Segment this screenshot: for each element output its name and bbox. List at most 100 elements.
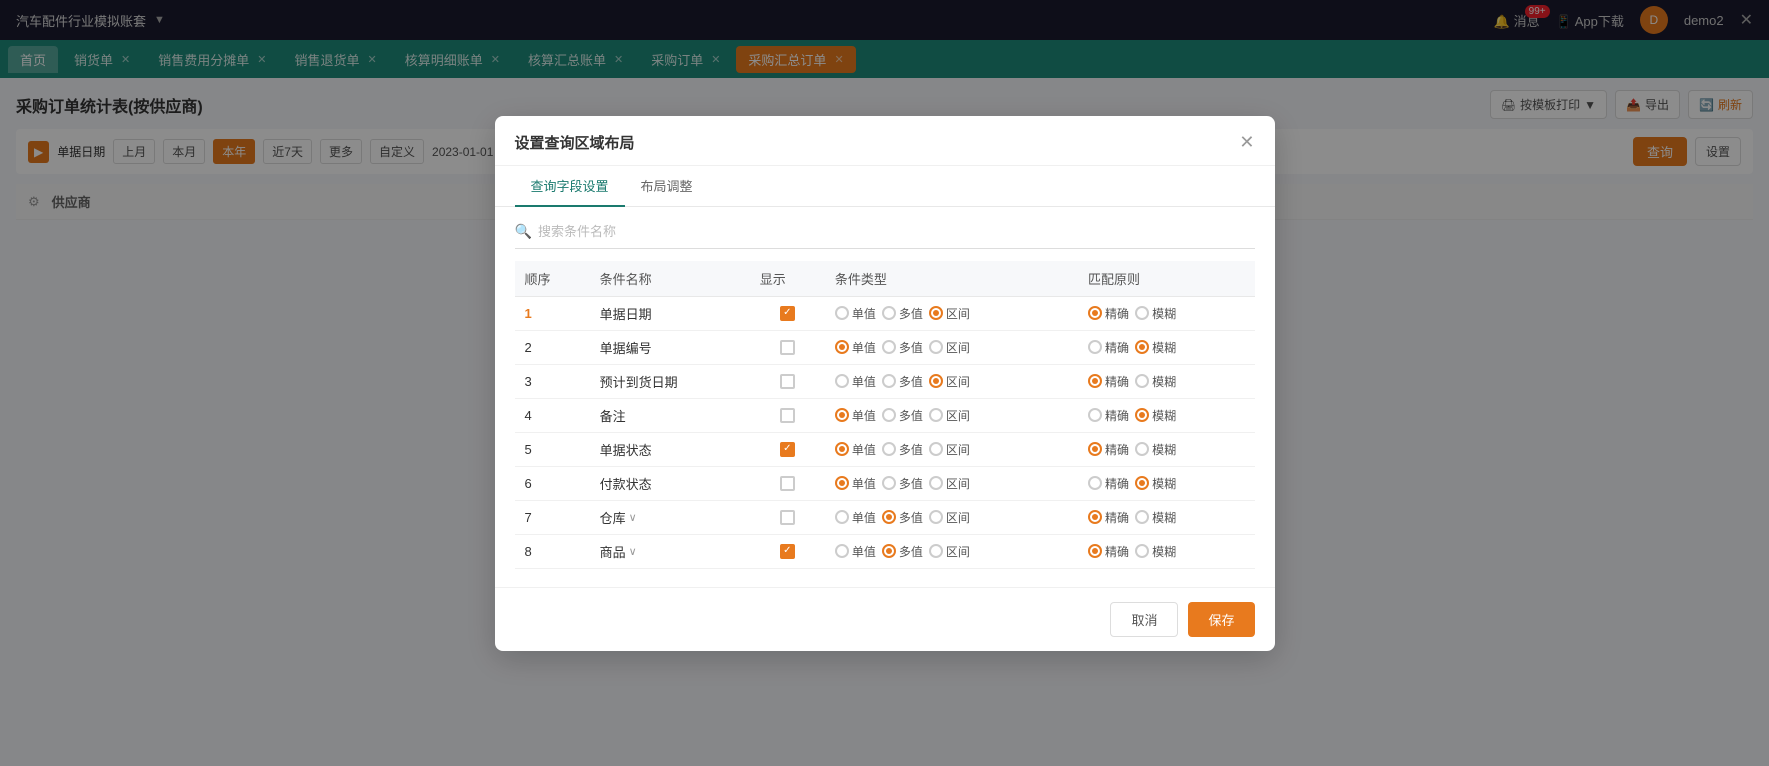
radio-match-item[interactable]: 精确 [1088, 475, 1129, 492]
radio-type-item[interactable]: 单值 [835, 475, 876, 492]
radio-circle [835, 408, 849, 422]
radio-match-item[interactable]: 模糊 [1135, 305, 1176, 322]
radio-type-item[interactable]: 多值 [882, 509, 923, 526]
radio-type-item[interactable]: 多值 [882, 441, 923, 458]
config-table-scroll[interactable]: 顺序 条件名称 显示 条件类型 匹配原则 1单据日期单值多值区间精确模糊2单据编… [515, 261, 1255, 571]
radio-type-item[interactable]: 单值 [835, 305, 876, 322]
radio-type-item[interactable]: 区间 [929, 543, 970, 560]
radio-match-item[interactable]: 模糊 [1135, 441, 1176, 458]
radio-circle [882, 408, 896, 422]
radio-match-item[interactable]: 精确 [1088, 339, 1129, 356]
radio-circle [882, 476, 896, 490]
row-dropdown-icon[interactable]: ∨ [629, 545, 637, 558]
row-checkbox[interactable] [780, 476, 795, 491]
radio-circle [835, 510, 849, 524]
row-checkbox[interactable] [780, 442, 795, 457]
th-display: 显示 [750, 261, 825, 297]
row-checkbox[interactable] [780, 374, 795, 389]
row-name: 属性 ∨ [590, 568, 750, 571]
row-display [750, 296, 825, 330]
radio-match-item[interactable]: 模糊 [1135, 475, 1176, 492]
radio-circle [1088, 408, 1102, 422]
radio-type-item[interactable]: 区间 [929, 373, 970, 390]
radio-circle [835, 340, 849, 354]
radio-type-item[interactable]: 区间 [929, 475, 970, 492]
radio-type-item[interactable]: 区间 [929, 305, 970, 322]
radio-match-item[interactable]: 精确 [1088, 407, 1129, 424]
row-checkbox[interactable] [780, 408, 795, 423]
radio-circle [882, 374, 896, 388]
radio-type-item[interactable]: 单值 [835, 373, 876, 390]
row-match: 精确模糊 [1078, 568, 1254, 571]
radio-circle [1088, 340, 1102, 354]
radio-circle [882, 544, 896, 558]
radio-type-item[interactable]: 多值 [882, 407, 923, 424]
radio-circle [1135, 408, 1149, 422]
row-match: 精确模糊 [1078, 500, 1254, 534]
radio-type-item[interactable]: 单值 [835, 407, 876, 424]
radio-type-item[interactable]: 区间 [929, 509, 970, 526]
table-row: 5单据状态单值多值区间精确模糊 [515, 432, 1255, 466]
radio-circle [929, 374, 943, 388]
radio-type-item[interactable]: 区间 [929, 407, 970, 424]
row-name: 单据编号 [590, 330, 750, 364]
table-row: 4备注单值多值区间精确模糊 [515, 398, 1255, 432]
modal-tab-query-fields[interactable]: 查询字段设置 [515, 166, 625, 207]
radio-type-item[interactable]: 单值 [835, 339, 876, 356]
radio-circle [1088, 476, 1102, 490]
radio-circle [1135, 510, 1149, 524]
row-type: 单值多值区间 [825, 466, 1078, 500]
row-checkbox[interactable] [780, 306, 795, 321]
radio-type-item[interactable]: 多值 [882, 339, 923, 356]
row-type: 单值多值区间 [825, 398, 1078, 432]
save-button[interactable]: 保存 [1188, 602, 1254, 637]
radio-match-item[interactable]: 精确 [1088, 509, 1129, 526]
row-checkbox[interactable] [780, 340, 795, 355]
row-name: 单据日期 [590, 296, 750, 330]
radio-type-item[interactable]: 单值 [835, 509, 876, 526]
row-order: 9 [515, 568, 590, 571]
radio-type-item[interactable]: 多值 [882, 373, 923, 390]
radio-type-item[interactable]: 单值 [835, 441, 876, 458]
radio-type-item[interactable]: 区间 [929, 441, 970, 458]
th-name: 条件名称 [590, 261, 750, 297]
row-order: 2 [515, 330, 590, 364]
modal-body: 🔍 顺序 条件名称 显示 条件类型 匹配原则 [495, 207, 1275, 587]
radio-match-item[interactable]: 模糊 [1135, 373, 1176, 390]
radio-match-item[interactable]: 模糊 [1135, 407, 1176, 424]
radio-circle [1088, 374, 1102, 388]
row-match: 精确模糊 [1078, 398, 1254, 432]
th-order: 顺序 [515, 261, 590, 297]
modal-close-button[interactable]: ✕ [1239, 132, 1254, 165]
config-table: 顺序 条件名称 显示 条件类型 匹配原则 1单据日期单值多值区间精确模糊2单据编… [515, 261, 1255, 571]
radio-circle [929, 510, 943, 524]
modal-tabs: 查询字段设置 布局调整 [495, 166, 1275, 207]
row-checkbox[interactable] [780, 544, 795, 559]
search-bar: 🔍 [515, 223, 1255, 249]
row-name: 备注 [590, 398, 750, 432]
cancel-button[interactable]: 取消 [1110, 602, 1178, 637]
search-input[interactable] [538, 224, 1255, 239]
th-type: 条件类型 [825, 261, 1078, 297]
radio-type-item[interactable]: 多值 [882, 305, 923, 322]
radio-match-item[interactable]: 模糊 [1135, 543, 1176, 560]
radio-match-item[interactable]: 精确 [1088, 373, 1129, 390]
row-checkbox[interactable] [780, 510, 795, 525]
modal-tab-layout[interactable]: 布局调整 [625, 166, 709, 207]
th-match: 匹配原则 [1078, 261, 1254, 297]
radio-match-item[interactable]: 模糊 [1135, 509, 1176, 526]
row-type: 单值多值区间 [825, 500, 1078, 534]
radio-match-item[interactable]: 精确 [1088, 441, 1129, 458]
radio-type-item[interactable]: 多值 [882, 543, 923, 560]
row-display [750, 466, 825, 500]
radio-type-item[interactable]: 多值 [882, 475, 923, 492]
radio-match-item[interactable]: 精确 [1088, 543, 1129, 560]
table-row: 6付款状态单值多值区间精确模糊 [515, 466, 1255, 500]
radio-type-item[interactable]: 区间 [929, 339, 970, 356]
radio-match-item[interactable]: 精确 [1088, 305, 1129, 322]
radio-match-item[interactable]: 模糊 [1135, 339, 1176, 356]
radio-circle [1135, 340, 1149, 354]
row-dropdown-icon[interactable]: ∨ [629, 511, 637, 524]
table-row: 3预计到货日期单值多值区间精确模糊 [515, 364, 1255, 398]
radio-type-item[interactable]: 单值 [835, 543, 876, 560]
